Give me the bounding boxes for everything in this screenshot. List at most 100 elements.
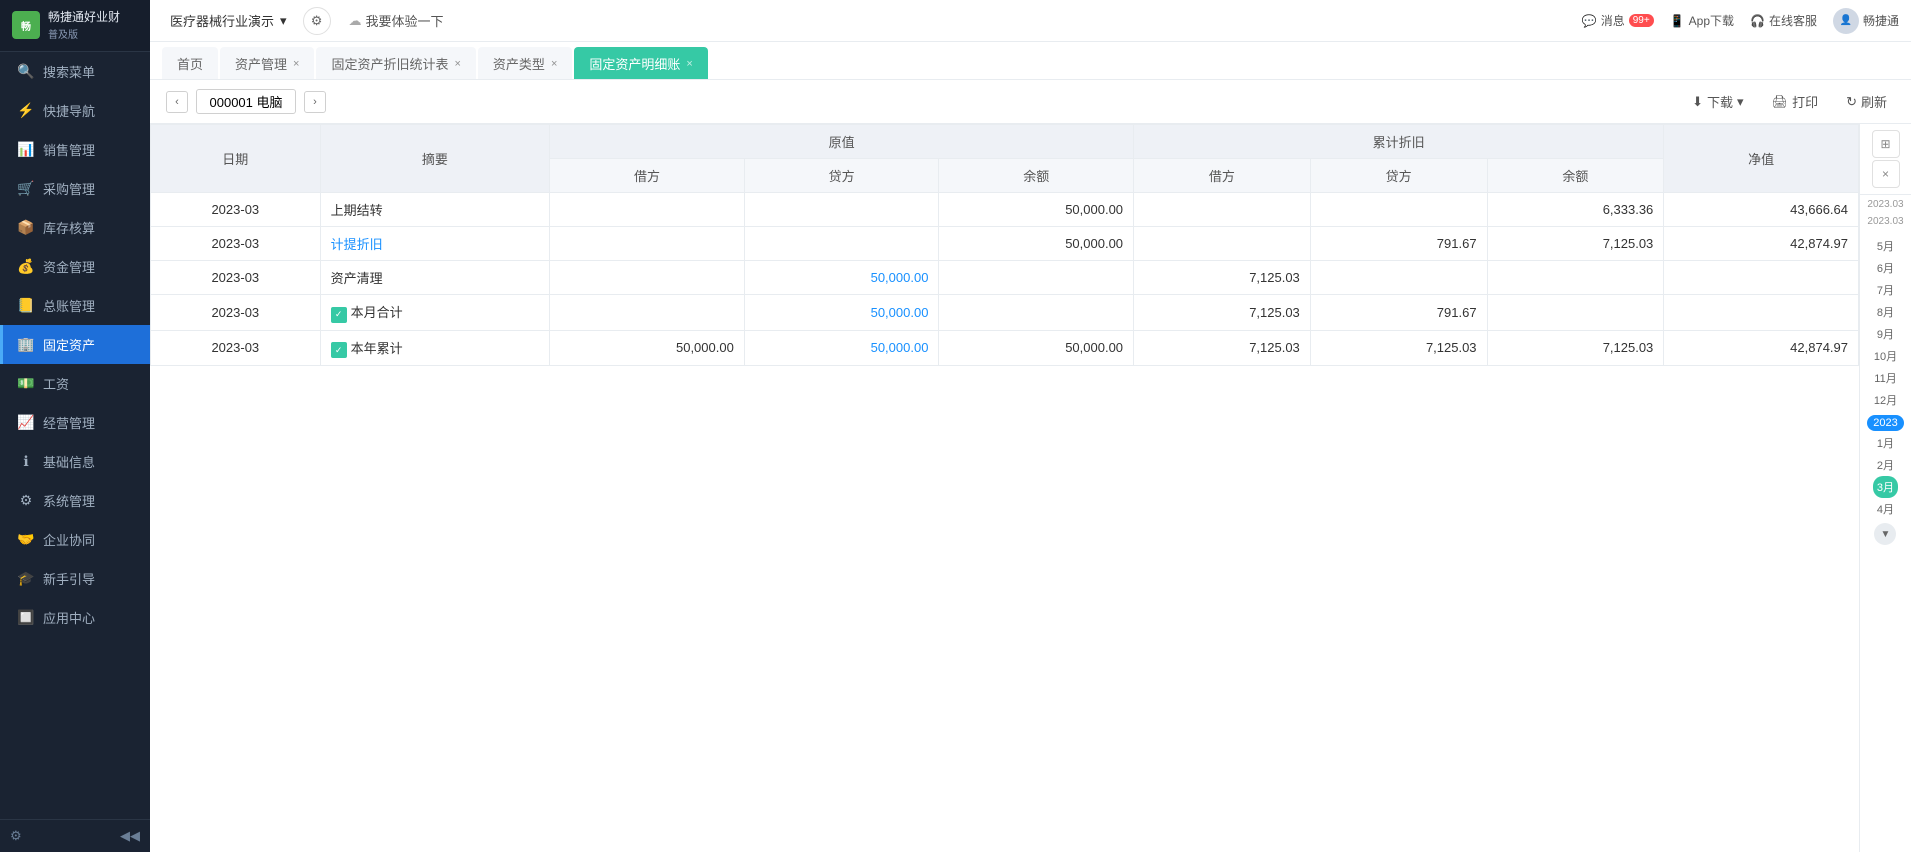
sidebar-item-quicknav[interactable]: ⚡ 快捷导航 (0, 91, 150, 130)
sidebar-item-ops[interactable]: 📈 经营管理 (0, 403, 150, 442)
next-asset-button[interactable]: › (304, 91, 326, 113)
timeline-month-5[interactable]: 5月 (1867, 235, 1903, 257)
refresh-button[interactable]: ↻ 刷新 (1838, 88, 1895, 115)
sidebar-footer-collapse[interactable]: ◀◀ (120, 828, 140, 844)
sidebar-item-label: 固定资产 (43, 335, 95, 354)
timeline-month-10[interactable]: 10月 (1867, 345, 1903, 367)
refresh-label: 刷新 (1861, 92, 1887, 111)
timeline-month-3[interactable]: 3月 (1873, 476, 1897, 498)
table-row: 2023-03上期结转50,000.006,333.3643,666.64 (151, 193, 1859, 227)
payroll-icon: 💵 (17, 375, 35, 392)
guide-icon: 🎓 (17, 570, 35, 587)
try-label: 我要体验一下 (366, 11, 444, 30)
th-accumulated-depreciation: 累计折旧 (1134, 125, 1664, 159)
sidebar-footer-settings[interactable]: ⚙ (10, 828, 22, 844)
try-experience-button[interactable]: ☁ 我要体验一下 (339, 7, 454, 34)
sidebar: 畅 畅捷通好业财 普及版 🔍 搜索菜单 ⚡ 快捷导航 📊 销售管理 🛒 采购管理… (0, 0, 150, 852)
sidebar-item-label: 经营管理 (43, 413, 95, 432)
timeline-month-2[interactable]: 2月 (1867, 454, 1903, 476)
timeline-month-8[interactable]: 8月 (1867, 301, 1903, 323)
online-service-action[interactable]: 🎧 在线客服 (1750, 12, 1817, 29)
timeline-month-6[interactable]: 6月 (1867, 257, 1903, 279)
timeline-month-4[interactable]: 4月 (1867, 498, 1903, 520)
tab-asset-type-label: 资产类型 (493, 54, 545, 73)
online-service-label: 在线客服 (1769, 12, 1817, 29)
download-button[interactable]: ⬇ 下载 ▾ (1684, 88, 1751, 115)
settings-button[interactable]: ⚙ (303, 7, 331, 35)
flash-icon: ⚡ (17, 102, 35, 119)
avatar: 👤 (1833, 8, 1859, 34)
sidebar-item-purchase[interactable]: 🛒 采购管理 (0, 169, 150, 208)
sidebar-item-label: 基础信息 (43, 452, 95, 471)
print-button[interactable]: 🖨 打印 (1764, 88, 1827, 115)
sidebar-item-label: 销售管理 (43, 140, 95, 159)
prev-asset-button[interactable]: ‹ (166, 91, 188, 113)
tab-home-label: 首页 (177, 54, 203, 73)
th-orig-credit: 贷方 (744, 159, 939, 193)
app-download-label: App下载 (1689, 12, 1734, 29)
tab-home[interactable]: 首页 (162, 47, 218, 79)
tab-asset-detail[interactable]: 固定资产明细账 × (574, 47, 707, 79)
sidebar-item-collab[interactable]: 🤝 企业协同 (0, 520, 150, 559)
sidebar-item-finance[interactable]: 💰 资金管理 (0, 247, 150, 286)
sidebar-item-inventory[interactable]: 📦 库存核算 (0, 208, 150, 247)
app-subtitle: 普及版 (48, 26, 120, 41)
th-dep-credit: 贷方 (1310, 159, 1487, 193)
app-title: 畅捷通好业财 (48, 10, 120, 26)
timeline-month-9[interactable]: 9月 (1867, 323, 1903, 345)
user-profile[interactable]: 👤 畅捷通 (1833, 8, 1899, 34)
right-timeline-panel: ⊞ × 2023.03 2023.03 5月 6月 7月 8月 9月 10月 1… (1859, 124, 1911, 852)
company-name: 医疗器械行业演示 (170, 11, 274, 30)
th-orig-debit: 借方 (550, 159, 745, 193)
tab-depreciation-stat[interactable]: 固定资产折旧统计表 × (316, 47, 475, 79)
tab-asset-mgmt-close[interactable]: × (293, 58, 299, 70)
company-selector[interactable]: 医疗器械行业演示 ▾ (162, 7, 295, 34)
sidebar-item-label: 系统管理 (43, 491, 95, 510)
timeline-year-badge-2023[interactable]: 2023 (1867, 411, 1903, 432)
sidebar-item-payroll[interactable]: 💵 工资 (0, 364, 150, 403)
ops-icon: 📈 (17, 414, 35, 431)
sidebar-item-ledger[interactable]: 📒 总账管理 (0, 286, 150, 325)
service-icon: 🎧 (1750, 14, 1765, 28)
timeline-nav-down[interactable]: ▼ (1874, 523, 1896, 545)
timeline-month-12[interactable]: 12月 (1867, 389, 1903, 411)
timeline-month-11[interactable]: 11月 (1867, 367, 1903, 389)
app-center-icon: 🔲 (17, 609, 35, 626)
tab-asset-detail-close[interactable]: × (686, 58, 692, 70)
sidebar-footer: ⚙ ◀◀ (0, 819, 150, 852)
sidebar-item-fixed-assets[interactable]: 🏢 固定资产 (0, 325, 150, 364)
download-icon: ⬇ (1692, 94, 1703, 110)
sidebar-item-basic-info[interactable]: ℹ 基础信息 (0, 442, 150, 481)
asset-detail-table: 日期 摘要 原值 累计折旧 净值 借方 贷方 余额 借方 贷方 余额 (150, 124, 1859, 366)
sidebar-item-search[interactable]: 🔍 搜索菜单 (0, 52, 150, 91)
panel-collapse-button[interactable]: × (1872, 160, 1900, 188)
sidebar-item-label: 应用中心 (43, 608, 95, 627)
building-icon: 🏢 (17, 336, 35, 353)
tab-asset-type[interactable]: 资产类型 × (478, 47, 572, 79)
tab-asset-mgmt[interactable]: 资产管理 × (220, 47, 314, 79)
table-and-panel: 日期 摘要 原值 累计折旧 净值 借方 贷方 余额 借方 贷方 余额 (150, 124, 1911, 852)
timeline-month-1[interactable]: 1月 (1867, 432, 1903, 454)
table-row: 2023-03✓本年累计50,000.0050,000.0050,000.007… (151, 330, 1859, 366)
collab-icon: 🤝 (17, 531, 35, 548)
sidebar-item-guide[interactable]: 🎓 新手引导 (0, 559, 150, 598)
sidebar-item-sys-mgmt[interactable]: ⚙ 系统管理 (0, 481, 150, 520)
sidebar-item-label: 搜索菜单 (43, 62, 95, 81)
sidebar-item-label: 企业协同 (43, 530, 95, 549)
app-download-action[interactable]: 📱 App下载 (1670, 12, 1734, 29)
sidebar-item-app-center[interactable]: 🔲 应用中心 (0, 598, 150, 637)
sidebar-item-sales[interactable]: 📊 销售管理 (0, 130, 150, 169)
main-area: 医疗器械行业演示 ▾ ⚙ ☁ 我要体验一下 💬 消息 99+ 📱 App下载 🎧… (150, 0, 1911, 852)
asset-code-display: 000001 电脑 (196, 89, 296, 114)
print-icon: 🖨 (1772, 94, 1789, 110)
sidebar-nav: 🔍 搜索菜单 ⚡ 快捷导航 📊 销售管理 🛒 采购管理 📦 库存核算 💰 资金管… (0, 52, 150, 819)
message-action[interactable]: 💬 消息 99+ (1582, 12, 1654, 29)
book-icon: 📒 (17, 297, 35, 314)
sidebar-item-label: 工资 (43, 374, 69, 393)
panel-expand-button[interactable]: ⊞ (1872, 130, 1900, 158)
dropdown-icon: ▾ (280, 13, 287, 29)
cloud-icon: ☁ (349, 13, 362, 29)
tab-depreciation-stat-close[interactable]: × (454, 58, 460, 70)
timeline-month-7[interactable]: 7月 (1867, 279, 1903, 301)
tab-asset-type-close[interactable]: × (551, 58, 557, 70)
